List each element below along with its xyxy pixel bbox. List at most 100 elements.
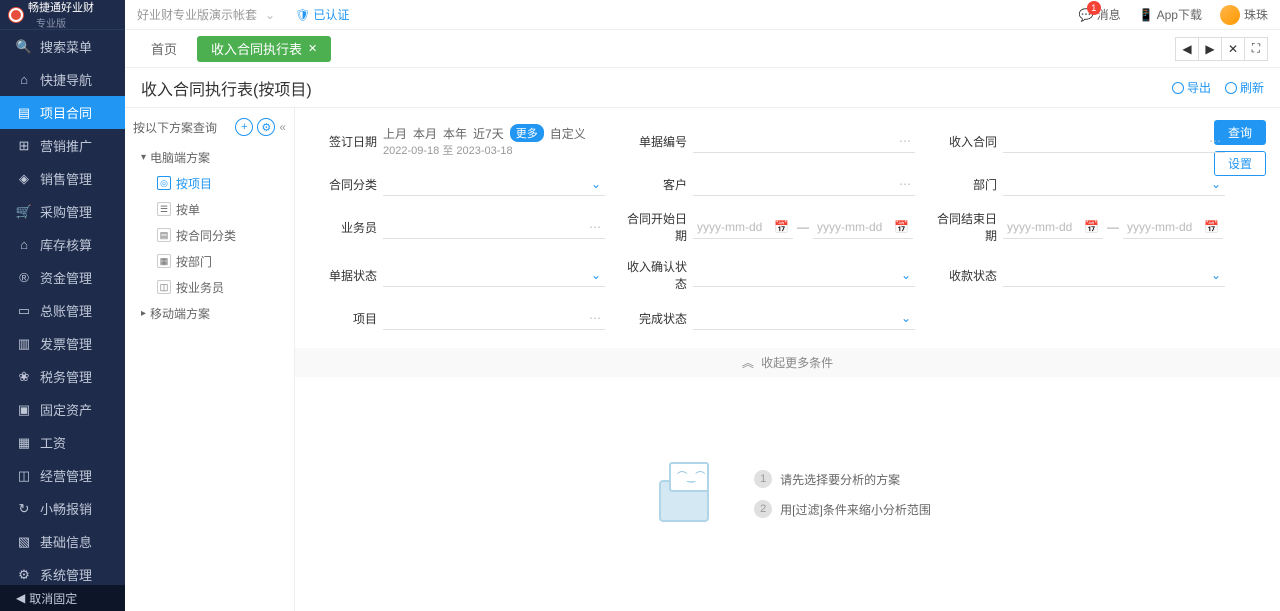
add-scheme-button[interactable]: + — [235, 118, 253, 136]
topbar: 好业财专业版演示帐套 ⌄ 🛡 已认证 💬 消息 1 📱 App下载 — [125, 0, 1280, 30]
nav-tax[interactable]: ❀税务管理 — [0, 360, 125, 393]
cart-icon: 🛒 — [16, 204, 32, 220]
input-confirm-status[interactable] — [693, 263, 915, 287]
tab-close-all-button[interactable]: ✕ — [1221, 37, 1245, 61]
more-icon[interactable]: ⋯ — [899, 134, 911, 148]
label-customer: 客户 — [625, 176, 687, 193]
account-dropdown[interactable]: 好业财专业版演示帐套 ⌄ — [137, 6, 275, 23]
close-icon[interactable]: ✕ — [308, 42, 317, 55]
nav-reimburse[interactable]: ↻小畅报销 — [0, 492, 125, 525]
tree-by-project[interactable]: ◎按项目 — [133, 170, 286, 196]
bars-icon: ☰ — [157, 202, 171, 216]
chevron-down-icon[interactable]: ⌄ — [1211, 268, 1221, 282]
tree-group-mobile[interactable]: ▸移动端方案 — [133, 300, 286, 326]
input-income-contract[interactable] — [1003, 129, 1225, 153]
collapse-tree-button[interactable]: « — [279, 120, 286, 134]
collapse-conditions-button[interactable]: ︽ 收起更多条件 — [295, 348, 1280, 377]
label-salesman: 业务员 — [315, 219, 377, 236]
tree-by-category[interactable]: ▤按合同分类 — [133, 222, 286, 248]
tab-home[interactable]: 首页 — [137, 36, 191, 62]
tree-by-salesman[interactable]: ◫按业务员 — [133, 274, 286, 300]
sidebar-unpin[interactable]: ◀ 取消固定 — [0, 585, 125, 611]
export-icon — [1172, 82, 1184, 94]
empty-step-1: 1请先选择要分析的方案 — [754, 470, 931, 488]
label-income-contract: 收入合同 — [935, 133, 997, 150]
chevron-down-icon[interactable]: ⌄ — [591, 177, 601, 191]
nav-search-menu[interactable]: 🔍搜索菜单 — [0, 30, 125, 63]
input-salesman[interactable] — [383, 215, 605, 239]
filter-area: 查询 设置 签订日期 上月 本月 本年 — [295, 108, 1280, 611]
tab-active[interactable]: 收入合同执行表 ✕ — [197, 36, 331, 62]
refresh-button[interactable]: 刷新 — [1225, 79, 1264, 96]
more-icon[interactable]: ⋯ — [589, 311, 601, 325]
logo-brand: 畅捷通好业财 — [28, 0, 94, 15]
arrow-left-icon: ◀ — [16, 591, 25, 605]
chevron-down-icon[interactable]: ⌄ — [1211, 177, 1221, 191]
nav-system[interactable]: ⚙系统管理 — [0, 558, 125, 585]
input-customer[interactable] — [693, 172, 915, 196]
more-icon[interactable]: ⋯ — [899, 177, 911, 191]
nav-fund[interactable]: ®资金管理 — [0, 261, 125, 294]
label-contract-cat: 合同分类 — [315, 176, 377, 193]
input-dept[interactable] — [1003, 172, 1225, 196]
nav-invoice[interactable]: ▥发票管理 — [0, 327, 125, 360]
label-doc-status: 单据状态 — [315, 267, 377, 284]
label-collect-status: 收款状态 — [935, 267, 997, 284]
more-icon[interactable]: ⋯ — [589, 220, 601, 234]
nav-stock[interactable]: ⌂库存核算 — [0, 228, 125, 261]
refresh-icon — [1225, 82, 1237, 94]
export-button[interactable]: 导出 — [1172, 79, 1211, 96]
nav-base[interactable]: ▧基础信息 — [0, 525, 125, 558]
nav-purchase[interactable]: 🛒采购管理 — [0, 195, 125, 228]
tree-by-doc[interactable]: ☰按单 — [133, 196, 286, 222]
tree-setting-button[interactable]: ⚙ — [257, 118, 275, 136]
download-button[interactable]: 📱 App下载 — [1139, 6, 1202, 23]
input-project[interactable] — [383, 306, 605, 330]
input-done-status[interactable] — [693, 306, 915, 330]
tree-by-dept[interactable]: ▦按部门 — [133, 248, 286, 274]
tab-next-button[interactable]: ▶ — [1198, 37, 1222, 61]
list-icon: ▤ — [157, 228, 171, 242]
nav-asset[interactable]: ▣固定资产 — [0, 393, 125, 426]
opt-custom[interactable]: 自定义 — [550, 125, 586, 142]
message-button[interactable]: 💬 消息 1 — [1079, 6, 1121, 23]
page-header: 收入合同执行表(按项目) 导出 刷新 — [125, 68, 1280, 108]
user-menu[interactable]: 珠珠 — [1220, 5, 1268, 25]
calendar-icon[interactable]: 📅 — [1084, 220, 1099, 234]
logo-edition: 专业版 — [36, 15, 94, 30]
input-doc-status[interactable] — [383, 263, 605, 287]
doc-icon: ▤ — [16, 105, 32, 121]
nav-project-contract[interactable]: ▤项目合同 — [0, 96, 125, 129]
calendar-icon[interactable]: 📅 — [894, 220, 909, 234]
input-doc-no[interactable] — [693, 129, 915, 153]
chevron-down-icon[interactable]: ⌄ — [591, 268, 601, 282]
calendar-icon[interactable]: 📅 — [774, 220, 789, 234]
opt-this-month[interactable]: 本月 — [413, 125, 437, 142]
content: 按以下方案查询 + ⚙ « ▾电脑端方案 ◎按项目 ☰按单 ▤按合同分类 ▦按部… — [125, 108, 1280, 611]
nav-sales[interactable]: ◈销售管理 — [0, 162, 125, 195]
label-end-date: 合同结束日期 — [935, 210, 997, 244]
nav-marketing[interactable]: ⊞营销推广 — [0, 129, 125, 162]
tab-fullscreen-button[interactable]: ⛶ — [1244, 37, 1268, 61]
nav-operation[interactable]: ◫经营管理 — [0, 459, 125, 492]
opt-last-month[interactable]: 上月 — [383, 125, 407, 142]
receipt-icon: ▥ — [16, 336, 32, 352]
nav-salary[interactable]: ▦工资 — [0, 426, 125, 459]
calendar-icon[interactable]: 📅 — [1204, 220, 1219, 234]
opt-more[interactable]: 更多 — [510, 124, 544, 142]
grid-icon: ▦ — [157, 254, 171, 268]
opt-this-year[interactable]: 本年 — [443, 125, 467, 142]
input-collect-status[interactable] — [1003, 263, 1225, 287]
input-contract-cat[interactable] — [383, 172, 605, 196]
opt-seven-days[interactable]: 近7天 — [473, 125, 504, 142]
chevron-down-icon[interactable]: ⌄ — [901, 311, 911, 325]
tree-group-pc[interactable]: ▾电脑端方案 — [133, 144, 286, 170]
more-icon[interactable]: ⋯ — [1209, 134, 1221, 148]
tab-prev-button[interactable]: ◀ — [1175, 37, 1199, 61]
label-sign-date: 签订日期 — [315, 133, 377, 150]
nav-ledger[interactable]: ▭总账管理 — [0, 294, 125, 327]
empty-illustration — [644, 454, 724, 534]
nav-quick[interactable]: ⌂快捷导航 — [0, 63, 125, 96]
home-icon: ⌂ — [16, 72, 32, 88]
chevron-down-icon[interactable]: ⌄ — [901, 268, 911, 282]
